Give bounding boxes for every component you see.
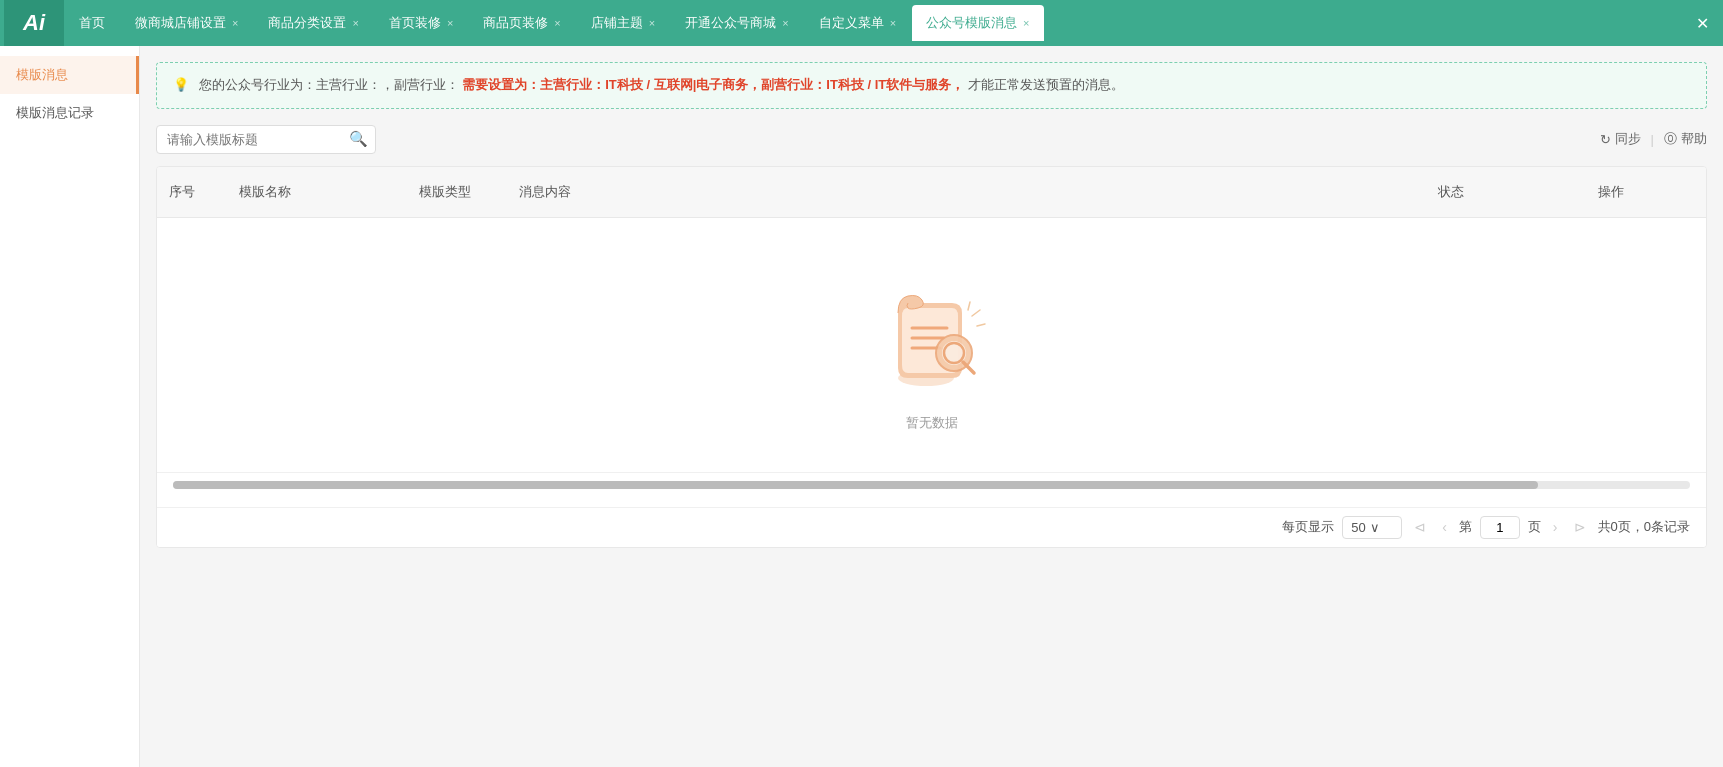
search-left: 🔍	[156, 125, 376, 154]
nav-tab-shop-theme[interactable]: 店铺主题×	[577, 5, 669, 41]
sync-icon: ↻	[1600, 132, 1611, 147]
svg-line-10	[968, 302, 970, 310]
nav-tab-custom-menu[interactable]: 自定义菜单×	[805, 5, 910, 41]
nav-tab-category-settings[interactable]: 商品分类设置×	[254, 5, 372, 41]
nav-tab-shop-settings[interactable]: 微商城店铺设置×	[121, 5, 252, 41]
table-header: 序号模版名称模版类型消息内容状态操作	[157, 167, 1706, 218]
scroll-bar-container[interactable]	[173, 481, 1690, 489]
close-all-tabs-button[interactable]: ✕	[1686, 14, 1719, 33]
table-header-状态: 状态	[1426, 177, 1586, 207]
help-icon: ⓪	[1664, 130, 1677, 148]
next-page-button[interactable]: ›	[1549, 517, 1562, 537]
search-right: ↻ 同步 | ⓪ 帮助	[1600, 130, 1707, 148]
empty-illustration	[872, 278, 992, 398]
notice-suffix: 才能正常发送预置的消息。	[968, 77, 1124, 92]
svg-line-9	[977, 324, 985, 326]
main-layout: 模版消息模版消息记录 💡 您的公众号行业为：主营行业：，副营行业： 需要设置为：…	[0, 46, 1723, 767]
table-header-序号: 序号	[157, 177, 227, 207]
page-size-label: 每页显示	[1282, 518, 1334, 536]
nav-tab-open-mall[interactable]: 开通公众号商城×	[671, 5, 802, 41]
app-logo: Ai	[4, 0, 64, 46]
sidebar: 模版消息模版消息记录	[0, 46, 140, 767]
table-header-模版类型: 模版类型	[407, 177, 507, 207]
divider: |	[1651, 132, 1654, 147]
empty-text: 暂无数据	[906, 414, 958, 432]
close-tab-custom-menu[interactable]: ×	[890, 17, 896, 29]
search-input[interactable]	[156, 125, 376, 154]
horizontal-scroll-track	[157, 472, 1706, 507]
table-header-操作: 操作	[1586, 177, 1706, 207]
page-label-suffix: 页	[1528, 518, 1541, 536]
page-label-prefix: 第	[1459, 518, 1472, 536]
first-page-button[interactable]: ⊲	[1410, 517, 1430, 537]
close-tab-template-msg[interactable]: ×	[1023, 17, 1029, 29]
svg-line-8	[972, 310, 980, 316]
page-number-input[interactable]	[1480, 516, 1520, 539]
sync-button[interactable]: ↻ 同步	[1600, 130, 1641, 148]
data-table: 序号模版名称模版类型消息内容状态操作	[156, 166, 1707, 548]
prev-page-button[interactable]: ‹	[1438, 517, 1451, 537]
notice-prefix: 您的公众号行业为：主营行业：，副营行业：	[199, 77, 459, 92]
notice-icon: 💡	[173, 77, 189, 92]
last-page-button[interactable]: ⊳	[1570, 517, 1590, 537]
close-tab-category-settings[interactable]: ×	[352, 17, 358, 29]
page-size-selector[interactable]: 50 ∨	[1342, 516, 1402, 539]
nav-tab-home[interactable]: 首页	[65, 5, 119, 41]
close-tab-product-decor[interactable]: ×	[554, 17, 560, 29]
table-header-模版名称: 模版名称	[227, 177, 407, 207]
notice-highlight: 需要设置为：主营行业：IT科技 / 互联网|电子商务，副营行业：IT科技 / I…	[462, 77, 964, 92]
search-button[interactable]: 🔍	[349, 130, 368, 148]
close-tab-shop-settings[interactable]: ×	[232, 17, 238, 29]
nav-tab-template-msg[interactable]: 公众号模版消息×	[912, 5, 1043, 41]
main-content: 💡 您的公众号行业为：主营行业：，副营行业： 需要设置为：主营行业：IT科技 /…	[140, 46, 1723, 767]
top-navigation: Ai 首页微商城店铺设置×商品分类设置×首页装修×商品页装修×店铺主题×开通公众…	[0, 0, 1723, 46]
pagination: 每页显示 50 ∨ ⊲ ‹ 第 页 › ⊳ 共0页，0条记录	[157, 507, 1706, 547]
help-button[interactable]: ⓪ 帮助	[1664, 130, 1707, 148]
chevron-down-icon: ∨	[1370, 520, 1380, 535]
sidebar-item-template-msg-log[interactable]: 模版消息记录	[0, 94, 139, 132]
empty-state: 暂无数据	[157, 218, 1706, 472]
total-info: 共0页，0条记录	[1598, 518, 1690, 536]
close-tab-shop-theme[interactable]: ×	[649, 17, 655, 29]
nav-tab-home-decor[interactable]: 首页装修×	[375, 5, 467, 41]
notice-banner: 💡 您的公众号行业为：主营行业：，副营行业： 需要设置为：主营行业：IT科技 /…	[156, 62, 1707, 109]
table-header-消息内容: 消息内容	[507, 177, 1426, 207]
search-input-wrap: 🔍	[156, 125, 376, 154]
nav-tabs: 首页微商城店铺设置×商品分类设置×首页装修×商品页装修×店铺主题×开通公众号商城…	[64, 5, 1686, 41]
close-tab-home-decor[interactable]: ×	[447, 17, 453, 29]
sidebar-item-template-msg[interactable]: 模版消息	[0, 56, 139, 94]
nav-tab-product-decor[interactable]: 商品页装修×	[469, 5, 574, 41]
page-size-value: 50	[1351, 520, 1365, 535]
search-bar: 🔍 ↻ 同步 | ⓪ 帮助	[156, 125, 1707, 154]
scroll-thumb[interactable]	[173, 481, 1538, 489]
close-tab-open-mall[interactable]: ×	[782, 17, 788, 29]
